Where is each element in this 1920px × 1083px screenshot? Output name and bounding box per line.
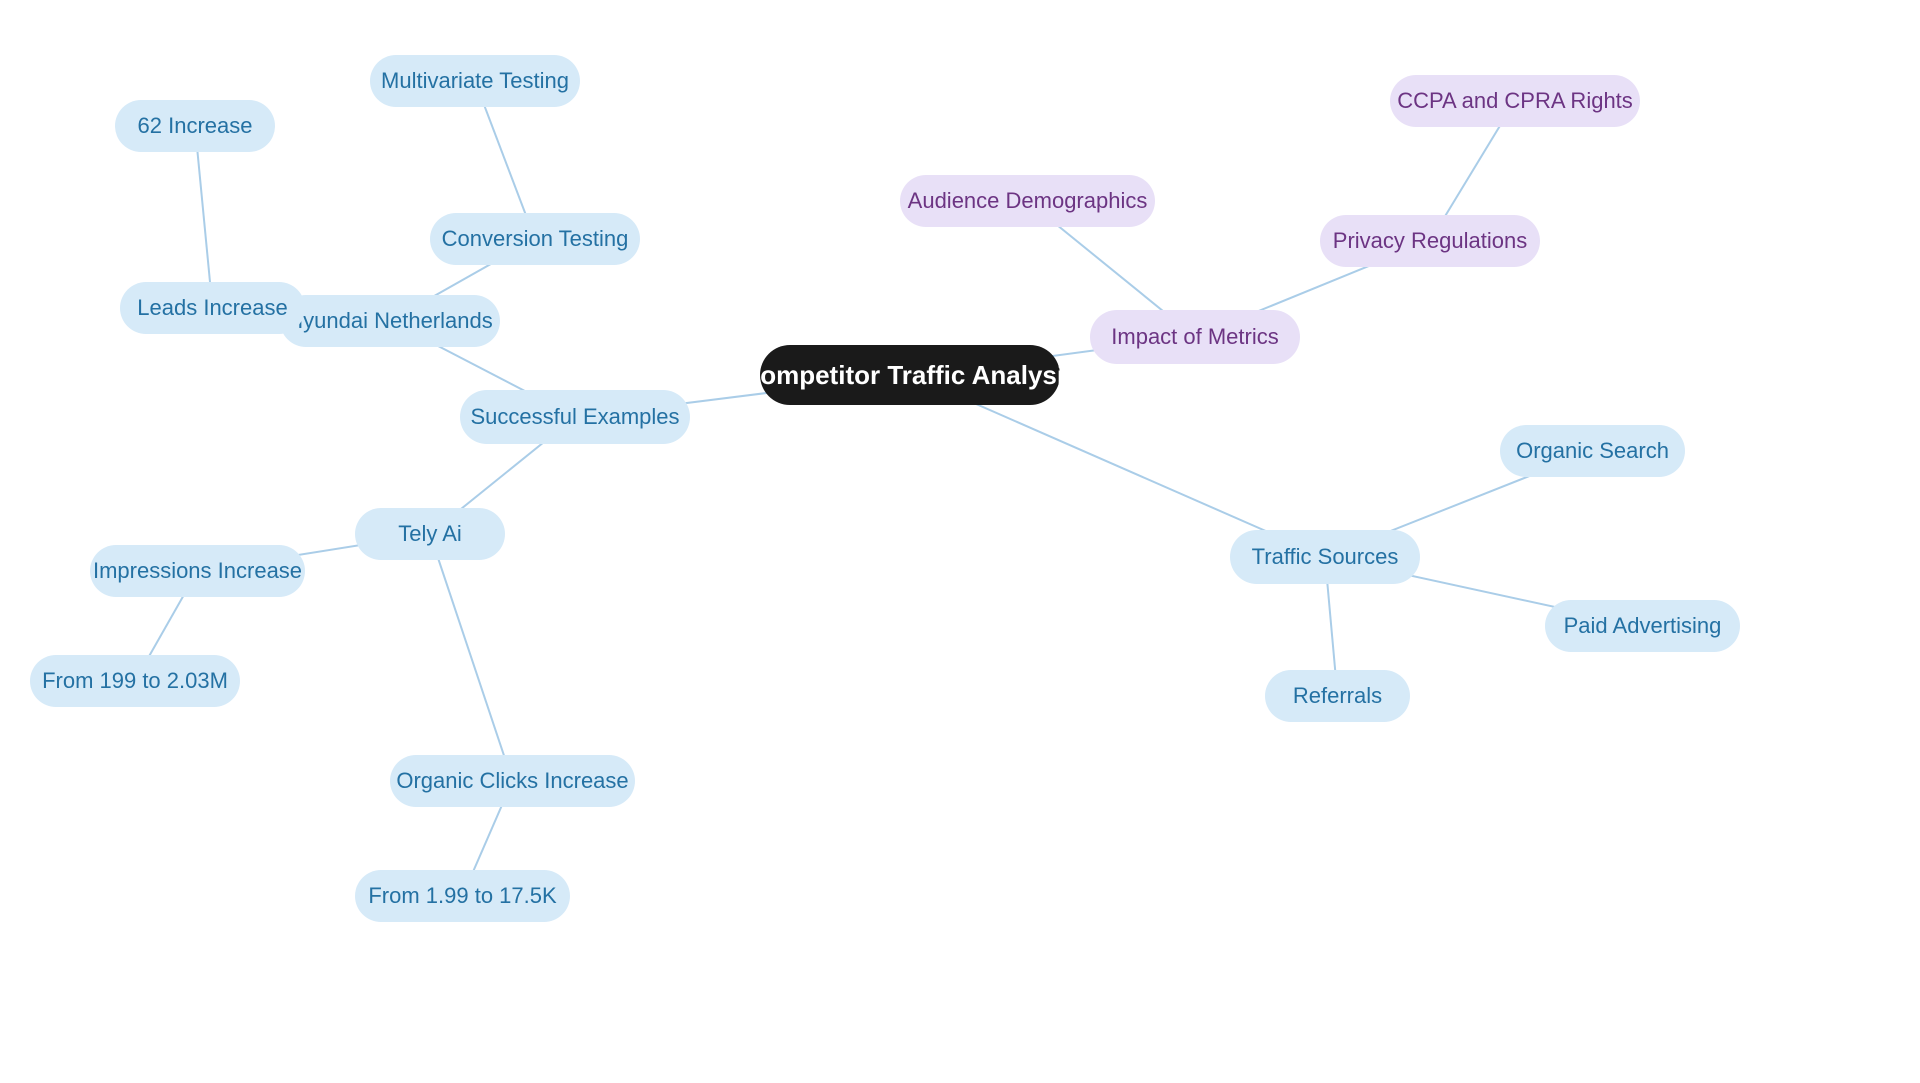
node-leads_increase[interactable]: Leads Increase (120, 282, 305, 334)
node-ccpa[interactable]: CCPA and CPRA Rights (1390, 75, 1640, 127)
node-organic_search[interactable]: Organic Search (1500, 425, 1685, 477)
node-organic_clicks[interactable]: Organic Clicks Increase (390, 755, 635, 807)
node-impact_metrics[interactable]: Impact of Metrics (1090, 310, 1300, 364)
node-paid_advertising[interactable]: Paid Advertising (1545, 600, 1740, 652)
node-center[interactable]: Competitor Traffic Analysis (760, 345, 1060, 405)
node-referrals[interactable]: Referrals (1265, 670, 1410, 722)
node-audience_demo[interactable]: Audience Demographics (900, 175, 1155, 227)
node-from_199_17k[interactable]: From 1.99 to 17.5K (355, 870, 570, 922)
node-from_199[interactable]: From 199 to 2.03M (30, 655, 240, 707)
node-conversion_testing[interactable]: Conversion Testing (430, 213, 640, 265)
node-successful_examples[interactable]: Successful Examples (460, 390, 690, 444)
connections-svg (0, 0, 1920, 1083)
node-traffic_sources[interactable]: Traffic Sources (1230, 530, 1420, 584)
node-hyundai[interactable]: Hyundai Netherlands (280, 295, 500, 347)
node-62_increase[interactable]: 62 Increase (115, 100, 275, 152)
mind-map-container: Competitor Traffic Analysis Successful Ex… (0, 0, 1920, 1083)
node-multivariate[interactable]: Multivariate Testing (370, 55, 580, 107)
node-privacy_reg[interactable]: Privacy Regulations (1320, 215, 1540, 267)
node-tely_ai[interactable]: Tely Ai (355, 508, 505, 560)
node-impressions_increase[interactable]: Impressions Increase (90, 545, 305, 597)
